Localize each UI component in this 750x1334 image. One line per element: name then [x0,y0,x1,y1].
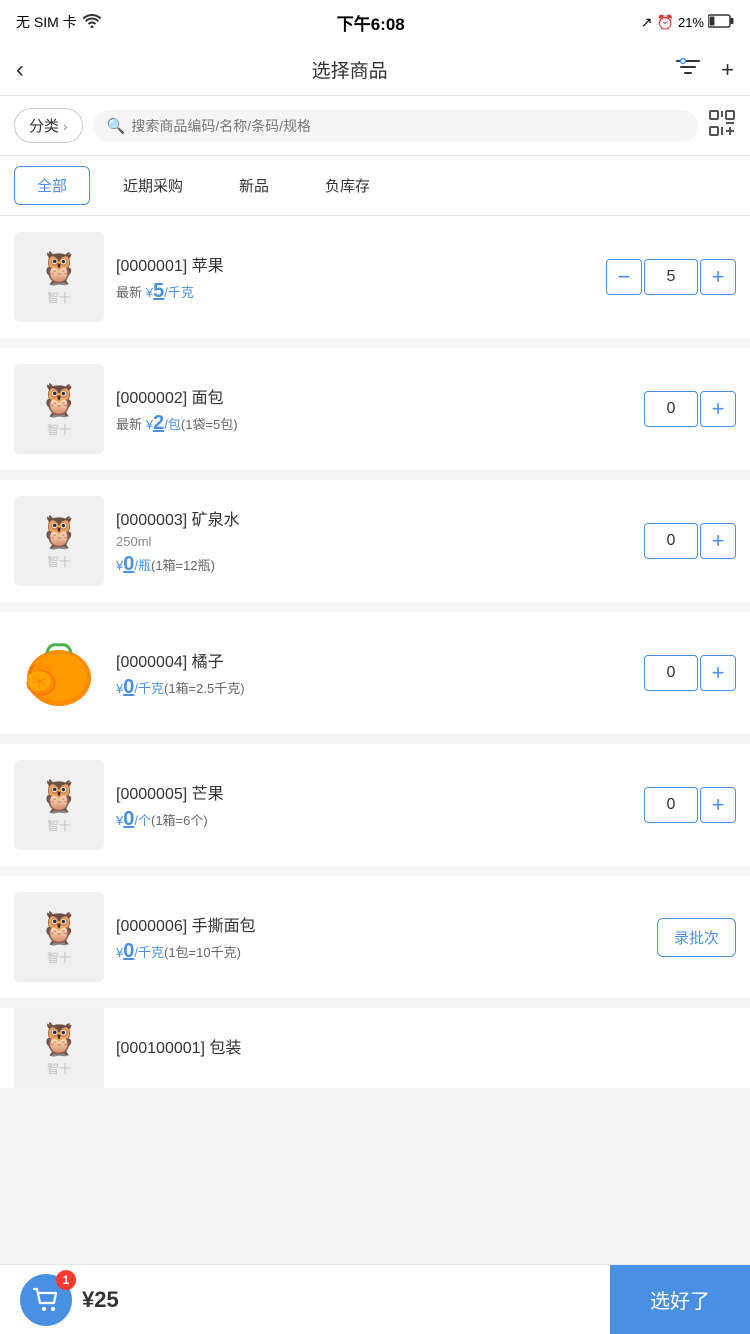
list-item: 🦉 智十 [0000003] 矿泉水 250ml ¥0/瓶(1箱=12瓶) 0 … [0,480,750,602]
product-name: [000100001] 包装 [116,1034,736,1058]
status-time: 下午6:08 [337,10,405,35]
product-info: [0000006] 手撕面包 ¥0/千克(1包=10千克) [116,912,645,963]
wifi-icon [83,14,101,31]
quantity-control: 0 + [644,787,736,823]
product-info: [0000004] 橘子 ¥0/千克(1箱=2.5千克) [116,648,632,699]
page-title: 选择商品 [312,56,388,83]
search-box: 🔍 [93,110,698,142]
status-indicators: ↗ ⏰ 21% [641,14,734,31]
product-image: 🦉 智十 [14,496,104,586]
product-info: [000100001] 包装 [116,1034,736,1062]
product-info: [0000002] 面包 最新 ¥2/包(1袋=5包) [116,384,632,435]
carrier-text: 无 SIM 卡 [16,12,77,32]
tab-new[interactable]: 新品 [216,166,292,205]
product-price: ¥0/千克(1包=10千克) [116,940,645,963]
product-price: ¥0/千克(1箱=2.5千克) [116,676,632,699]
alarm-icon: ⏰ [657,14,674,31]
cart-total: ¥25 [82,1287,119,1313]
cart-button[interactable]: 1 [20,1274,72,1326]
quantity-control: 0 + [644,523,736,559]
product-image: 🦉 智十 [14,760,104,850]
add-icon[interactable]: + [721,57,734,83]
tab-negative[interactable]: 负库存 [302,166,393,205]
product-image: 🦉 智十 [14,1008,104,1088]
increment-button[interactable]: + [700,787,736,823]
quantity-display: 0 [644,391,698,427]
owl-icon: 🦉 [39,249,79,287]
confirm-button[interactable]: 选好了 [610,1265,750,1334]
batch-button[interactable]: 录批次 [657,918,736,957]
product-price: ¥0/个(1箱=6个) [116,808,632,831]
status-carrier: 无 SIM 卡 [16,12,101,32]
increment-button[interactable]: + [700,523,736,559]
list-item: 🦉 智十 [0000001] 苹果 最新 ¥5/千克 − + [0,216,750,338]
product-name: [0000002] 面包 [116,384,632,408]
tab-all[interactable]: 全部 [14,166,90,205]
battery-text: 21% [678,15,704,30]
increment-button[interactable]: + [700,655,736,691]
location-icon: ↗ [641,14,653,31]
quantity-control: − + [606,259,736,295]
product-image: 🦉 智十 [14,232,104,322]
quantity-display: 0 [644,523,698,559]
product-info: [0000005] 芒果 ¥0/个(1箱=6个) [116,780,632,831]
list-item: [0000004] 橘子 ¥0/千克(1箱=2.5千克) 0 + [0,612,750,734]
product-info: [0000001] 苹果 最新 ¥5/千克 [116,252,594,303]
tabs-bar: 全部 近期采购 新品 负库存 [0,156,750,216]
list-item: 🦉 智十 [0000002] 面包 最新 ¥2/包(1袋=5包) 0 + [0,348,750,470]
product-name: [0000001] 苹果 [116,252,594,276]
list-item: 🦉 智十 [0000006] 手撕面包 ¥0/千克(1包=10千克) 录批次 [0,876,750,998]
product-price: 最新 ¥5/千克 [116,280,594,303]
product-name: [0000003] 矿泉水 [116,506,632,530]
filter-icon[interactable] [675,56,701,84]
cart-badge: 1 [56,1270,76,1290]
product-price: 最新 ¥2/包(1袋=5包) [116,412,632,435]
quantity-control: 0 + [644,655,736,691]
battery-icon [708,14,734,31]
product-name: [0000004] 橘子 [116,648,632,672]
product-name: [0000005] 芒果 [116,780,632,804]
product-price: ¥0/瓶(1箱=12瓶) [116,553,632,576]
nav-actions: + [675,56,734,84]
product-spec: 250ml [116,534,632,549]
owl-icon: 🦉 [39,513,79,551]
tab-recent[interactable]: 近期采购 [100,166,206,205]
product-list: 🦉 智十 [0000001] 苹果 最新 ¥5/千克 − + 🦉 智十 [ [0,216,750,1168]
owl-icon: 🦉 [39,909,79,947]
filter-bar: 分类 › 🔍 [0,96,750,156]
owl-icon: 🦉 [39,1020,79,1058]
quantity-display: 0 [644,655,698,691]
nav-bar: ‹ 选择商品 + [0,44,750,96]
product-image: 🦉 智十 [14,892,104,982]
cart-area: 1 ¥25 [0,1274,119,1326]
owl-icon: 🦉 [39,381,79,419]
list-item-partial: 🦉 智十 [000100001] 包装 [0,1008,750,1088]
decrement-button[interactable]: − [606,259,642,295]
quantity-display: 0 [644,787,698,823]
increment-button[interactable]: + [700,259,736,295]
product-image [14,628,104,718]
scan-icon[interactable] [708,109,736,143]
status-bar: 无 SIM 卡 下午6:08 ↗ ⏰ 21% [0,0,750,44]
owl-icon: 🦉 [39,777,79,815]
quantity-input[interactable] [644,259,698,295]
product-name: [0000006] 手撕面包 [116,912,645,936]
product-image: 🦉 智十 [14,364,104,454]
increment-button[interactable]: + [700,391,736,427]
search-icon: 🔍 [107,117,126,135]
back-button[interactable]: ‹ [16,56,24,84]
product-info: [0000003] 矿泉水 250ml ¥0/瓶(1箱=12瓶) [116,506,632,576]
bottom-bar: 1 ¥25 选好了 [0,1264,750,1334]
list-item: 🦉 智十 [0000005] 芒果 ¥0/个(1箱=6个) 0 + [0,744,750,866]
quantity-control: 0 + [644,391,736,427]
search-input[interactable] [131,118,684,134]
category-button[interactable]: 分类 › [14,108,83,143]
